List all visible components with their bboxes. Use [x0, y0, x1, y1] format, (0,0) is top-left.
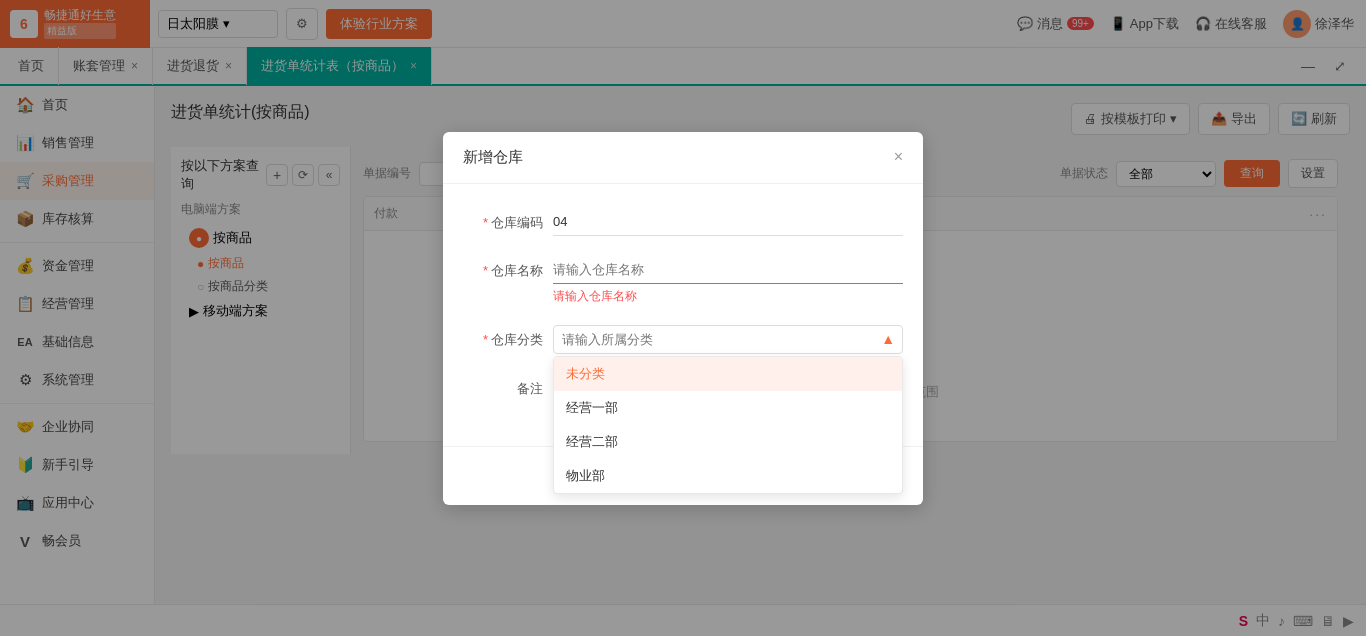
- modal-title: 新增仓库: [463, 148, 523, 167]
- category-option-unclassified[interactable]: 未分类: [554, 357, 902, 391]
- modal-body: 仓库编码 仓库名称 请输入仓库名称 仓库分类 ▲: [443, 184, 923, 446]
- modal-header: 新增仓库 ×: [443, 132, 923, 184]
- name-error-message: 请输入仓库名称: [553, 288, 903, 305]
- modal-overlay: 新增仓库 × 仓库编码 仓库名称 请输入仓库名称 仓库分类: [0, 0, 1366, 636]
- category-label: 仓库分类: [463, 325, 543, 349]
- category-option-ops2[interactable]: 经营二部: [554, 425, 902, 459]
- category-form-row: 仓库分类 ▲ 未分类 经营一部 经营二部 物业部: [463, 325, 903, 354]
- add-warehouse-modal: 新增仓库 × 仓库编码 仓库名称 请输入仓库名称 仓库分类: [443, 132, 923, 505]
- category-option-ops1[interactable]: 经营一部: [554, 391, 902, 425]
- code-form-row: 仓库编码: [463, 208, 903, 236]
- category-dropdown: 未分类 经营一部 经营二部 物业部: [553, 356, 903, 494]
- name-control: 请输入仓库名称: [553, 256, 903, 305]
- modal-close-button[interactable]: ×: [894, 148, 903, 166]
- code-control: [553, 208, 903, 236]
- warehouse-category-input[interactable]: [553, 325, 903, 354]
- notes-label: 备注: [463, 374, 543, 398]
- warehouse-name-input[interactable]: [553, 256, 903, 284]
- name-form-row: 仓库名称 请输入仓库名称: [463, 256, 903, 305]
- category-chevron-icon[interactable]: ▲: [881, 331, 895, 347]
- code-label: 仓库编码: [463, 208, 543, 232]
- name-label: 仓库名称: [463, 256, 543, 280]
- warehouse-code-input[interactable]: [553, 208, 903, 236]
- category-control: ▲ 未分类 经营一部 经营二部 物业部: [553, 325, 903, 354]
- category-option-property[interactable]: 物业部: [554, 459, 902, 493]
